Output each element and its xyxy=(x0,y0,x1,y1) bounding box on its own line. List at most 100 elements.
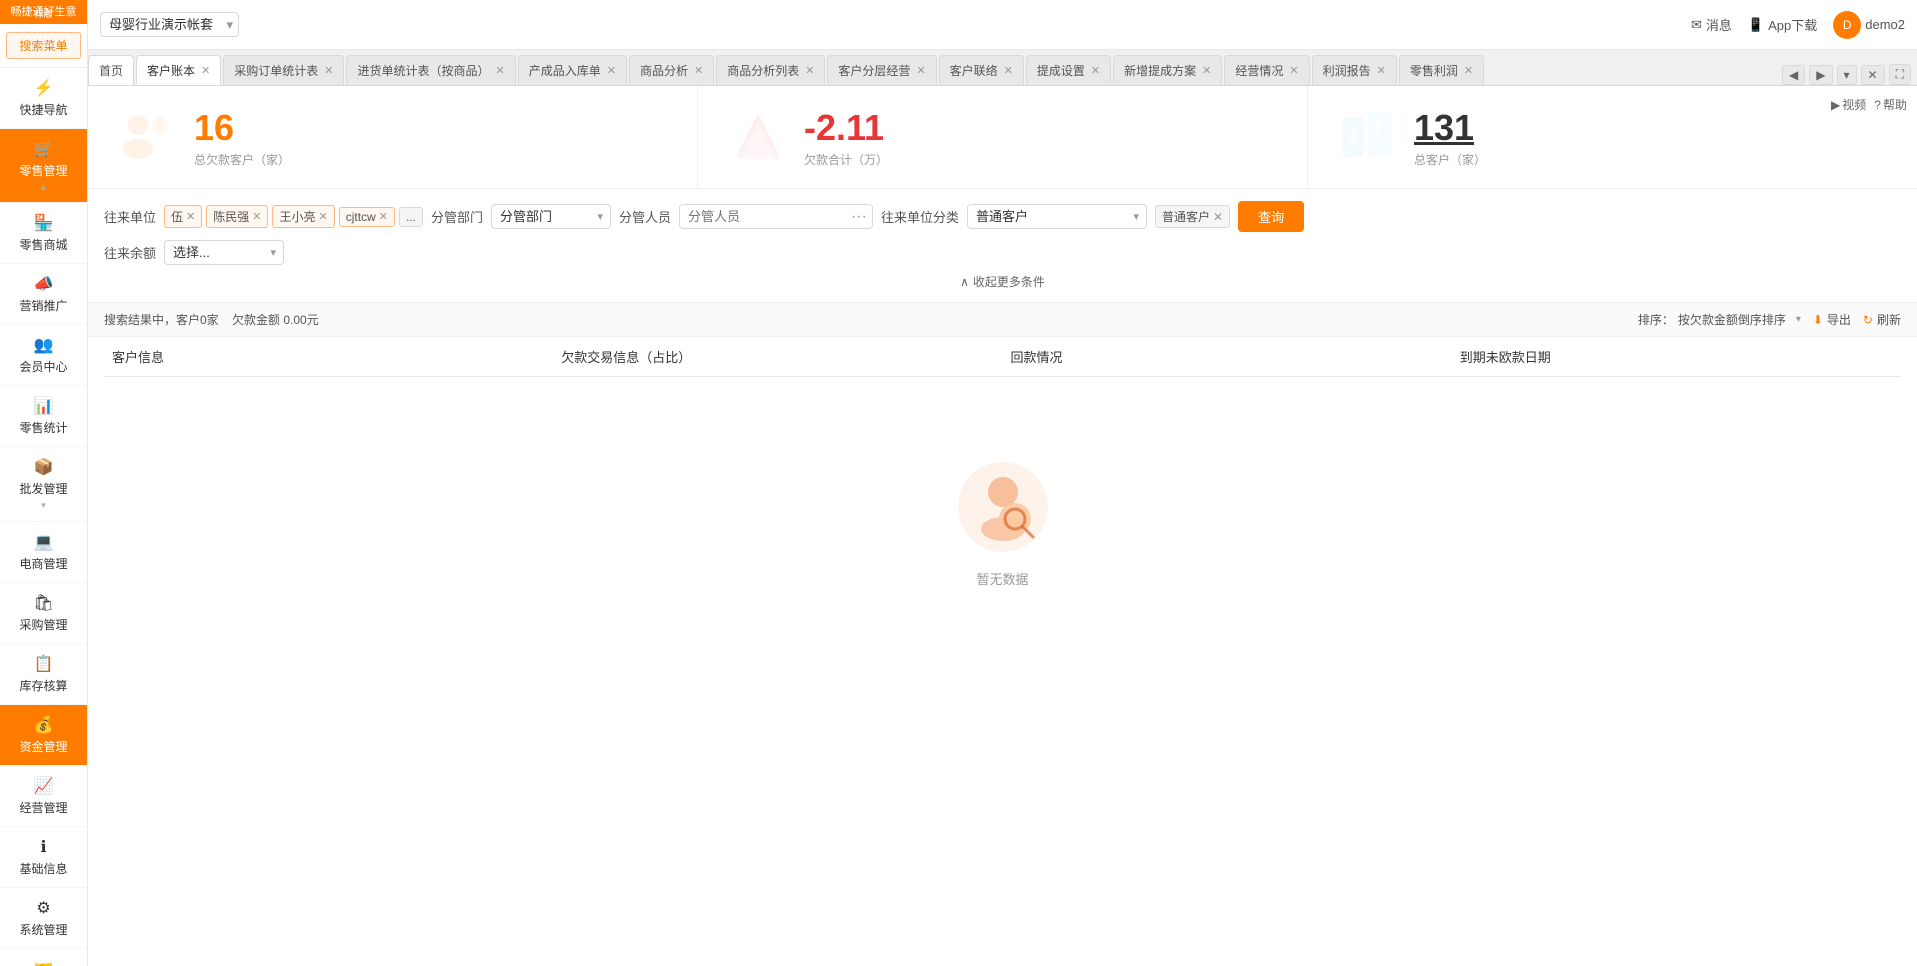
wholesale-label: 批发管理 xyxy=(19,480,67,497)
tab-goods-analysis-close[interactable]: ✕ xyxy=(694,64,703,77)
tab-operations[interactable]: 经营情况 ✕ xyxy=(1224,55,1309,85)
filter-tag-more[interactable]: ... xyxy=(399,207,423,227)
user-menu[interactable]: D demo2 xyxy=(1833,11,1905,39)
video-action[interactable]: ▶ 视频 xyxy=(1831,96,1866,113)
tab-profit-report[interactable]: 利润报告 ✕ xyxy=(1312,55,1397,85)
refresh-label: 刷新 xyxy=(1877,311,1901,328)
tab-goods-analysis-list[interactable]: 商品分析列表 ✕ xyxy=(716,55,825,85)
sidebar-item-operations[interactable]: 📈 经营管理 xyxy=(0,766,87,827)
sidebar-item-basic-info[interactable]: ℹ 基础信息 xyxy=(0,827,87,888)
sidebar-item-quicknav[interactable]: ⚡ 快捷导航 xyxy=(0,68,87,129)
filter-balance-select[interactable]: 选择... xyxy=(164,240,284,265)
sidebar-item-members[interactable]: 👥 会员中心 xyxy=(0,325,87,386)
collapse-label: 收起更多条件 xyxy=(973,273,1045,290)
filter-balance-select-wrap: 选择... xyxy=(164,240,284,265)
sidebar-item-wholesale[interactable]: 📦 批发管理 ▾ xyxy=(0,447,87,522)
tab-close-all[interactable]: ✕ xyxy=(1861,65,1885,85)
tab-commission-settings[interactable]: 提成设置 ✕ xyxy=(1026,55,1111,85)
filter-class-label: 往来单位分类 xyxy=(881,207,959,226)
tab-customer-contact-close[interactable]: ✕ xyxy=(1004,64,1013,77)
tab-new-commission[interactable]: 新增提成方案 ✕ xyxy=(1113,55,1222,85)
app-download-button[interactable]: 📱 App下载 xyxy=(1748,15,1817,34)
tab-stock-stats-close[interactable]: ✕ xyxy=(496,64,505,77)
tab-customer-ledger[interactable]: 客户账本 ✕ xyxy=(136,55,221,85)
tab-retail-profit-label: 零售利润 xyxy=(1410,62,1458,79)
tab-stock-stats[interactable]: 进货单统计表（按商品） ✕ xyxy=(346,55,515,85)
mall-icon: 🏪 xyxy=(34,213,54,233)
stat-card-amount: -2.11 欠款合计（万） xyxy=(698,86,1308,188)
sidebar-item-retail-stats[interactable]: 📊 零售统计 xyxy=(0,386,87,447)
tab-scroll-left[interactable]: ◀ xyxy=(1782,65,1805,85)
filter-dept-select[interactable]: 分管部门 xyxy=(491,204,611,229)
sidebar-item-finance[interactable]: 💰 资金管理 xyxy=(0,705,87,766)
tab-fullscreen[interactable]: ⛶ xyxy=(1889,64,1911,85)
filter-class-tag-close[interactable]: ✕ xyxy=(1213,210,1223,224)
filter-person-dots[interactable]: ··· xyxy=(851,208,867,226)
tab-customer-layer[interactable]: 客户分层经营 ✕ xyxy=(827,55,936,85)
tab-customer-ledger-label: 客户账本 xyxy=(147,62,195,79)
tab-profit-report-close[interactable]: ✕ xyxy=(1377,64,1386,77)
empty-text: 暂无数据 xyxy=(976,569,1028,588)
sort-select-wrap: 按欠款金额倒序排序 xyxy=(1678,313,1801,327)
tab-retail-profit[interactable]: 零售利润 ✕ xyxy=(1399,55,1484,85)
results-bar-sort: 排序： 按欠款金额倒序排序 xyxy=(1638,311,1801,328)
tab-new-commission-close[interactable]: ✕ xyxy=(1202,64,1211,77)
basic-info-icon: ℹ xyxy=(40,837,46,857)
filter-tag-cj-close[interactable]: ✕ xyxy=(379,210,388,223)
filter-class-select[interactable]: 普通客户 xyxy=(967,204,1147,229)
tab-purchase-stats[interactable]: 采购订单统计表 ✕ xyxy=(223,55,344,85)
system-icon: ⚙ xyxy=(36,898,50,918)
main-area: 母婴行业演示帐套 ✉ 消息 📱 App下载 D demo2 首页 客户账本 ✕ xyxy=(88,0,1917,966)
topbar: 母婴行业演示帐套 ✉ 消息 📱 App下载 D demo2 xyxy=(88,0,1917,50)
tab-operations-close[interactable]: ✕ xyxy=(1289,64,1298,77)
export-button[interactable]: ⬇ 导出 xyxy=(1813,311,1851,328)
help-icon: ? xyxy=(1874,98,1881,112)
export-icon: ⬇ xyxy=(1813,313,1823,327)
tab-customer-contact[interactable]: 客户联络 ✕ xyxy=(939,55,1024,85)
sidebar-item-mall[interactable]: 🏪 零售商城 xyxy=(0,203,87,264)
empty-icon xyxy=(953,457,1053,557)
sidebar-item-system[interactable]: ⚙ 系统管理 xyxy=(0,888,87,949)
version-select[interactable]: 母婴行业演示帐套 xyxy=(100,12,239,37)
export-label: 导出 xyxy=(1827,311,1851,328)
messages-button[interactable]: ✉ 消息 xyxy=(1691,15,1732,34)
filter-row-balance: 往来余额 选择... xyxy=(104,240,1901,265)
sidebar-item-inventory[interactable]: 📋 库存核算 xyxy=(0,644,87,705)
tab-retail-profit-close[interactable]: ✕ xyxy=(1464,64,1473,77)
search-menu-button[interactable]: 搜索菜单 xyxy=(6,32,81,59)
filter-person-label: 分管人员 xyxy=(619,207,671,226)
filter-row-unit: 往来单位 伍 ✕ 陈民强 ✕ 王小亮 ✕ cjttcw xyxy=(104,201,1901,232)
sort-select[interactable]: 按欠款金额倒序排序 xyxy=(1678,313,1801,327)
sidebar-item-ecommerce[interactable]: 💻 电商管理 xyxy=(0,522,87,583)
stat-customers-value: 16 xyxy=(194,106,290,149)
tab-purchase-stats-close[interactable]: ✕ xyxy=(324,64,333,77)
sidebar-item-retail[interactable]: 🛒 零售管理 ▲ xyxy=(0,129,87,203)
tab-customer-ledger-close[interactable]: ✕ xyxy=(201,64,210,77)
quicknav-label: 快捷导航 xyxy=(19,101,67,118)
collab-icon: 🤝 xyxy=(34,959,54,966)
tab-commission-settings-close[interactable]: ✕ xyxy=(1091,64,1100,77)
tab-dropdown[interactable]: ▾ xyxy=(1837,65,1857,85)
basic-info-label: 基础信息 xyxy=(19,860,67,877)
wholesale-arrow: ▾ xyxy=(41,500,46,511)
query-button[interactable]: 查询 xyxy=(1238,201,1304,232)
results-bar: 搜索结果中，客户0家 欠款金额 0.00元 排序： 按欠款金额倒序排序 ⬇ 导出 xyxy=(88,303,1917,337)
filter-collapse-button[interactable]: ∧ 收起更多条件 xyxy=(104,273,1901,290)
sidebar-item-collab[interactable]: 🤝 企业协同 xyxy=(0,949,87,966)
tab-production-close[interactable]: ✕ xyxy=(607,64,616,77)
results-amount-label: 欠款金额 0.00元 xyxy=(232,313,319,327)
sidebar-item-purchase[interactable]: 🛍 采购管理 xyxy=(0,583,87,644)
filter-tag-wang-close[interactable]: ✕ xyxy=(319,210,328,223)
refresh-button[interactable]: ↻ 刷新 xyxy=(1863,311,1901,328)
tab-goods-analysis[interactable]: 商品分析 ✕ xyxy=(629,55,714,85)
tab-customer-layer-close[interactable]: ✕ xyxy=(916,64,925,77)
help-action[interactable]: ? 帮助 xyxy=(1874,96,1907,113)
tab-goods-analysis-list-close[interactable]: ✕ xyxy=(805,64,814,77)
filter-tag-wu-close[interactable]: ✕ xyxy=(186,210,195,223)
tab-production[interactable]: 产成品入库单 ✕ xyxy=(518,55,627,85)
filter-tag-chen-close[interactable]: ✕ xyxy=(252,210,261,223)
tab-home[interactable]: 首页 xyxy=(88,55,134,85)
filter-person-input[interactable] xyxy=(679,204,873,229)
tab-scroll-right[interactable]: ▶ xyxy=(1809,65,1832,85)
sidebar-item-marketing[interactable]: 📣 营销推广 xyxy=(0,264,87,325)
